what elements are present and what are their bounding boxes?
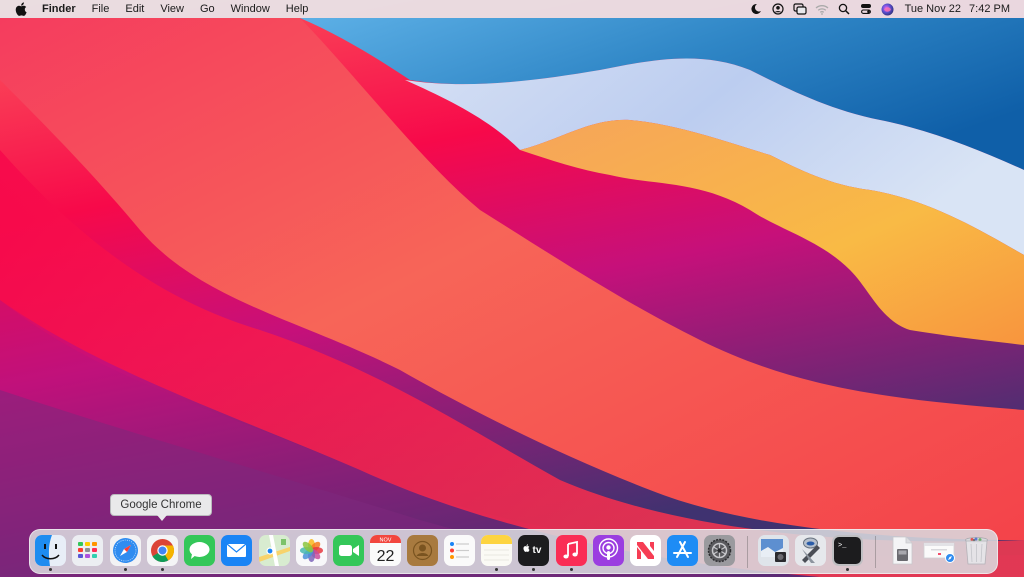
dock-safari[interactable] bbox=[110, 535, 141, 566]
dock-webpage-file[interactable] bbox=[923, 535, 957, 566]
dock-preview[interactable] bbox=[758, 535, 789, 566]
trash-icon bbox=[965, 537, 988, 565]
chrome-icon bbox=[147, 535, 178, 566]
dock-news[interactable] bbox=[630, 535, 661, 566]
wallpaper-graphic bbox=[0, 0, 1024, 577]
dock-app-store[interactable] bbox=[667, 535, 698, 566]
dock-finder[interactable] bbox=[35, 535, 66, 566]
running-indicator bbox=[532, 568, 535, 571]
finder-icon bbox=[35, 535, 66, 566]
running-indicator bbox=[49, 568, 52, 571]
calendar-day: 22 bbox=[377, 548, 395, 565]
running-indicator bbox=[161, 568, 164, 571]
dock: NOV 22 tv >_ bbox=[29, 529, 998, 574]
automator-icon bbox=[795, 535, 826, 566]
dock-separator bbox=[747, 536, 748, 568]
photos-icon bbox=[296, 535, 327, 566]
dock-calendar[interactable]: NOV 22 bbox=[370, 535, 401, 566]
webpage-file-icon bbox=[923, 542, 955, 563]
dock-trash[interactable] bbox=[961, 535, 992, 566]
dock-facetime[interactable] bbox=[333, 535, 364, 566]
running-indicator bbox=[570, 568, 573, 571]
dock-terminal[interactable]: >_ bbox=[832, 535, 863, 566]
messages-icon bbox=[184, 535, 215, 566]
launchpad-icon bbox=[72, 535, 103, 566]
menu-view[interactable]: View bbox=[152, 0, 192, 18]
app-store-icon bbox=[667, 535, 698, 566]
apple-menu-icon[interactable] bbox=[14, 0, 28, 18]
dock-reminders[interactable] bbox=[444, 535, 475, 566]
wifi-icon[interactable] bbox=[811, 0, 833, 18]
apple-tv-icon: tv bbox=[518, 535, 549, 566]
dock-photos[interactable] bbox=[296, 535, 327, 566]
music-icon bbox=[556, 535, 587, 566]
document-file-icon bbox=[892, 536, 913, 565]
control-center-icon[interactable] bbox=[855, 0, 877, 18]
menu-app-name[interactable]: Finder bbox=[34, 0, 84, 18]
apple-tv-label: tv bbox=[533, 545, 542, 556]
safari-icon bbox=[110, 535, 141, 566]
calendar-icon: NOV 22 bbox=[370, 535, 401, 566]
menu-bar-clock[interactable]: Tue Nov 22 7:42 PM bbox=[905, 3, 1010, 15]
dock-apple-tv[interactable]: tv bbox=[518, 535, 549, 566]
dock-tooltip: Google Chrome bbox=[110, 494, 212, 521]
reminders-icon bbox=[444, 535, 475, 566]
maps-icon bbox=[259, 535, 290, 566]
mail-icon bbox=[221, 535, 252, 566]
terminal-prompt: >_ bbox=[838, 542, 847, 550]
dock-podcasts[interactable] bbox=[593, 535, 624, 566]
dock-notes[interactable] bbox=[481, 535, 512, 566]
menu-go[interactable]: Go bbox=[192, 0, 223, 18]
clock-time: 7:42 PM bbox=[969, 3, 1010, 15]
desktop-wallpaper bbox=[0, 0, 1024, 577]
news-icon bbox=[630, 535, 661, 566]
tooltip-text: Google Chrome bbox=[120, 499, 202, 511]
facetime-icon bbox=[333, 535, 364, 566]
running-indicator bbox=[495, 568, 498, 571]
notes-icon bbox=[481, 535, 512, 566]
preview-icon bbox=[758, 535, 789, 566]
dock-music[interactable] bbox=[556, 535, 587, 566]
dock-maps[interactable] bbox=[259, 535, 290, 566]
dock-contacts[interactable] bbox=[407, 535, 438, 566]
dock-messages[interactable] bbox=[184, 535, 215, 566]
terminal-icon: >_ bbox=[832, 535, 863, 566]
calendar-month: NOV bbox=[380, 538, 392, 544]
menu-edit[interactable]: Edit bbox=[117, 0, 152, 18]
dock-launchpad[interactable] bbox=[72, 535, 103, 566]
user-account-icon[interactable] bbox=[767, 0, 789, 18]
dock-mail[interactable] bbox=[221, 535, 252, 566]
dock-automator[interactable] bbox=[795, 535, 826, 566]
menu-file[interactable]: File bbox=[84, 0, 118, 18]
contacts-icon bbox=[407, 535, 438, 566]
spotlight-search-icon[interactable] bbox=[833, 0, 855, 18]
screen-mirroring-icon[interactable] bbox=[789, 0, 811, 18]
focus-moon-icon[interactable] bbox=[745, 0, 767, 18]
dock-document-file[interactable] bbox=[886, 535, 917, 566]
dock-system-preferences[interactable] bbox=[704, 535, 735, 566]
dock-separator bbox=[875, 536, 876, 568]
menu-window[interactable]: Window bbox=[223, 0, 278, 18]
podcasts-icon bbox=[593, 535, 624, 566]
dock-google-chrome[interactable] bbox=[147, 535, 178, 566]
system-preferences-icon bbox=[704, 535, 735, 566]
menu-bar: Finder File Edit View Go Window Help Tue bbox=[0, 0, 1024, 18]
menu-help[interactable]: Help bbox=[278, 0, 317, 18]
clock-date: Tue Nov 22 bbox=[904, 3, 962, 15]
siri-icon[interactable] bbox=[877, 0, 899, 18]
running-indicator bbox=[124, 568, 127, 571]
running-indicator bbox=[846, 568, 849, 571]
